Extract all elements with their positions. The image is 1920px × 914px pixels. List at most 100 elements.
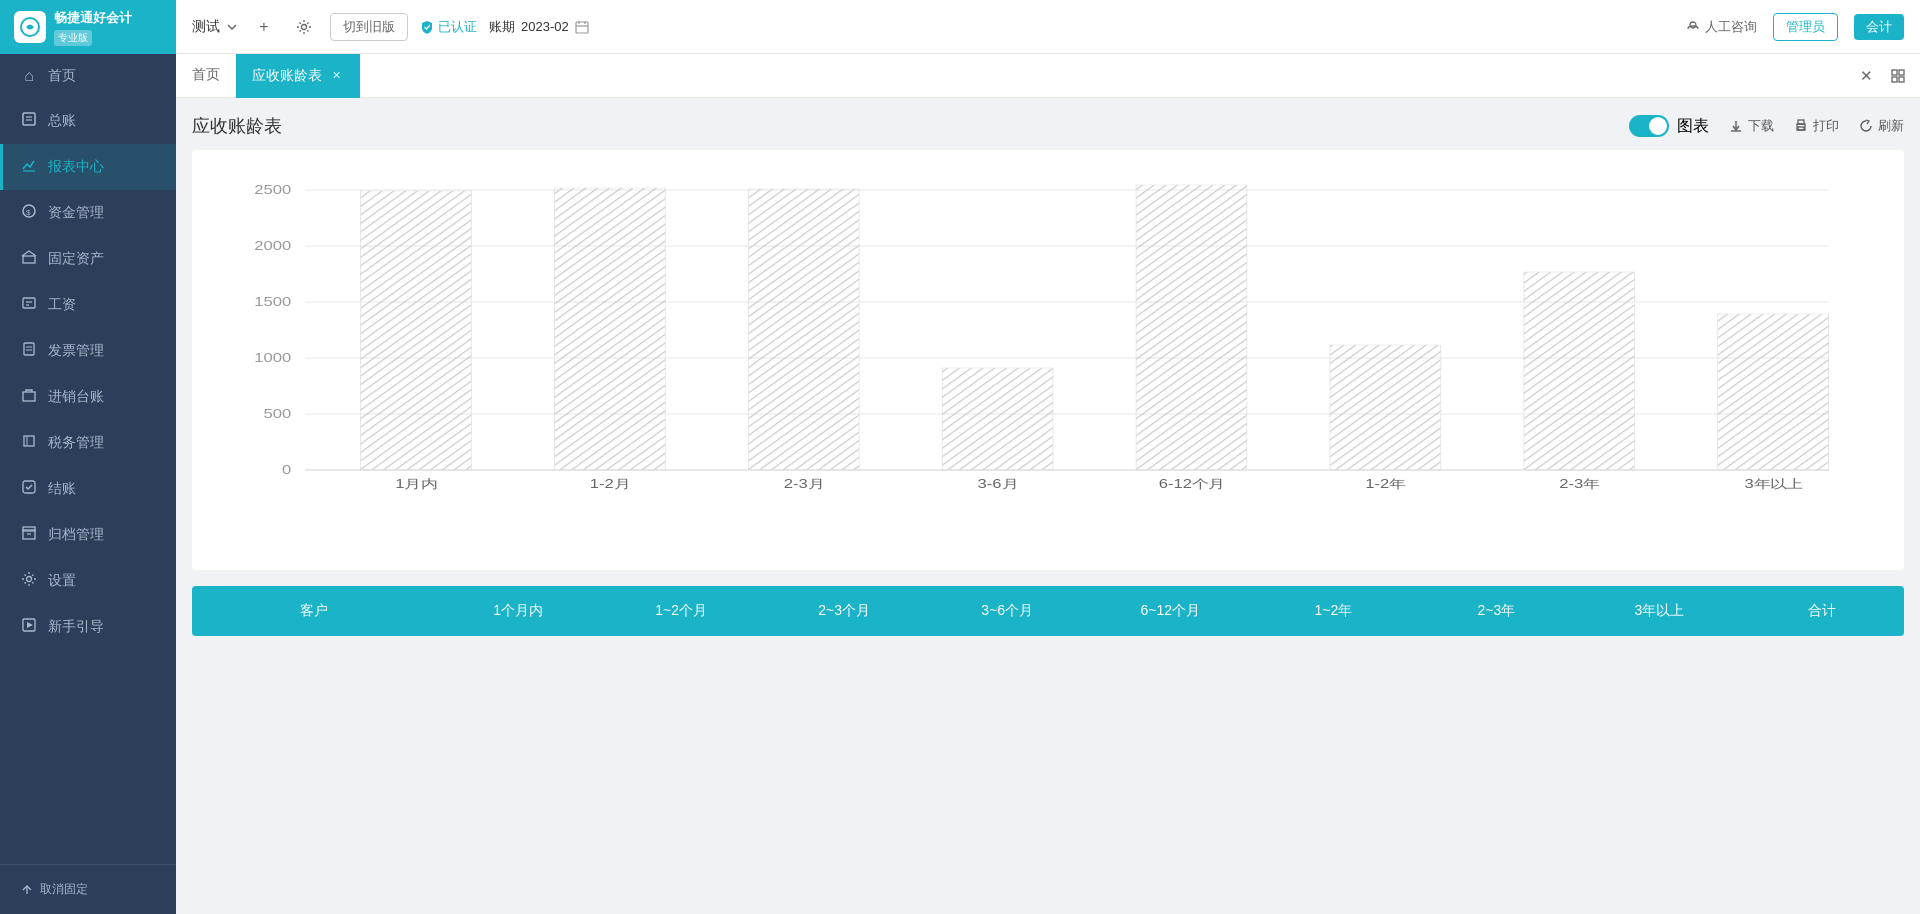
inventory-icon [20,387,38,407]
calendar-icon[interactable] [575,20,589,34]
tax-icon [20,433,38,453]
refresh-button[interactable]: 刷新 [1859,117,1904,135]
close-tab-button[interactable]: ✕ [1852,62,1880,90]
chevron-down-icon [226,21,238,33]
chart-toggle-group: 图表 [1629,115,1709,137]
sidebar-logo-text: 畅捷通好会计 专业版 [54,9,132,46]
expand-button[interactable] [1884,62,1912,90]
sidebar-item-payroll[interactable]: 工资 [0,282,176,328]
sidebar-item-archive[interactable]: 归档管理 [0,512,176,558]
svg-rect-7 [23,256,35,263]
sidebar-item-label: 首页 [48,67,76,85]
switch-old-button[interactable]: 切到旧版 [330,13,408,41]
table-col-2-3y: 2~3年 [1415,586,1578,636]
svg-text:3年以上: 3年以上 [1744,477,1801,490]
sidebar-item-fund[interactable]: $ 资金管理 [0,190,176,236]
sidebar-logo: 畅捷通好会计 专业版 [0,0,176,54]
table-container: 客户 1个月内 1~2个月 2~3个月 3~6个月 6~12个月 1~2年 2~… [192,586,1904,636]
page-title: 应收账龄表 [192,114,282,138]
svg-rect-11 [24,343,34,355]
topbar-right: 人工咨询 管理员 会计 [1685,13,1904,41]
svg-text:1-2月: 1-2月 [590,477,630,490]
closing-icon [20,479,38,499]
svg-rect-64 [1524,272,1635,470]
home-icon: ⌂ [20,67,38,85]
sidebar-item-settings[interactable]: 设置 [0,558,176,604]
sidebar-item-assets[interactable]: 固定资产 [0,236,176,282]
page-actions: 图表 下载 打印 刷新 [1629,115,1904,137]
chart-toggle[interactable] [1629,115,1669,137]
headset-icon [1685,19,1701,35]
svg-text:2-3年: 2-3年 [1559,477,1599,490]
cancel-fixed-button[interactable]: 取消固定 [10,875,166,904]
svg-rect-33 [1892,77,1897,82]
sidebar-item-label: 资金管理 [48,204,104,222]
table-col-2-3m: 2~3个月 [763,586,926,636]
archive-icon [20,525,38,545]
sidebar-item-label: 新手引导 [48,618,104,636]
svg-point-21 [27,577,32,582]
payroll-icon [20,295,38,315]
svg-rect-58 [942,368,1053,470]
table-col-total: 合计 [1741,586,1904,636]
table-col-6-12m: 6~12个月 [1089,586,1252,636]
sidebar-item-label: 报表中心 [48,158,104,176]
svg-text:1000: 1000 [254,351,291,364]
download-button[interactable]: 下载 [1729,117,1774,135]
sidebar-item-guide[interactable]: 新手引导 [0,604,176,650]
table-col-1-2y: 1~2年 [1252,586,1415,636]
svg-rect-8 [23,298,35,308]
sidebar-item-tax[interactable]: 税务管理 [0,420,176,466]
ledger-icon [20,111,38,131]
sidebar-item-home[interactable]: ⌂ 首页 [0,54,176,98]
svg-rect-52 [361,191,472,470]
bar-chart: 0 500 1000 1500 2000 2500 1月内 1-2月 [222,170,1884,530]
gear-icon [296,19,312,35]
tabbar: 首页 应收账龄表 ✕ ✕ [176,54,1920,98]
svg-marker-23 [27,622,33,628]
svg-text:$: $ [26,208,31,217]
sidebar-item-inventory[interactable]: 进销台账 [0,374,176,420]
sidebar-item-label: 固定资产 [48,250,104,268]
settings-button[interactable] [290,13,318,41]
table-header: 客户 1个月内 1~2个月 2~3个月 3~6个月 6~12个月 1~2年 2~… [192,586,1904,636]
svg-rect-1 [23,113,35,125]
svg-rect-34 [1899,77,1904,82]
svg-rect-32 [1899,70,1904,75]
svg-rect-38 [1798,127,1804,130]
svg-rect-14 [23,392,35,401]
svg-rect-26 [576,22,588,33]
sidebar-item-label: 进销台账 [48,388,104,406]
sidebar-item-label: 总账 [48,112,76,130]
sidebar-item-ledger[interactable]: 总账 [0,98,176,144]
tab-close-button[interactable]: ✕ [328,68,344,84]
sidebar-item-invoice[interactable]: 发票管理 [0,328,176,374]
refresh-icon [1859,119,1873,133]
svg-rect-54 [554,188,665,470]
svg-point-30 [1690,22,1696,28]
sidebar-item-reports[interactable]: 报表中心 [0,144,176,190]
svg-rect-15 [24,436,34,446]
reports-icon [20,157,38,177]
tab-home-label: 首页 [192,66,220,84]
sidebar-item-closing[interactable]: 结账 [0,466,176,512]
app-logo-icon [14,11,46,43]
cancel-fixed-label: 取消固定 [40,881,88,898]
print-button[interactable]: 打印 [1794,117,1839,135]
assets-icon [20,249,38,269]
consult-button[interactable]: 人工咨询 [1685,18,1757,36]
period-display: 账期 2023-02 [489,18,589,36]
svg-rect-56 [748,189,859,470]
fund-icon: $ [20,203,38,223]
accountant-button[interactable]: 会计 [1854,14,1904,40]
project-name: 测试 [192,18,220,36]
svg-rect-19 [23,527,35,531]
tab-ar-aging[interactable]: 应收账龄表 ✕ [236,54,360,98]
add-button[interactable]: + [250,13,278,41]
tab-home[interactable]: 首页 [176,54,236,98]
table-col-3-6m: 3~6个月 [926,586,1089,636]
manager-button[interactable]: 管理员 [1773,13,1838,41]
project-selector[interactable]: 测试 [192,18,238,36]
shield-icon [420,20,434,34]
tabbar-actions: ✕ [1852,62,1920,90]
